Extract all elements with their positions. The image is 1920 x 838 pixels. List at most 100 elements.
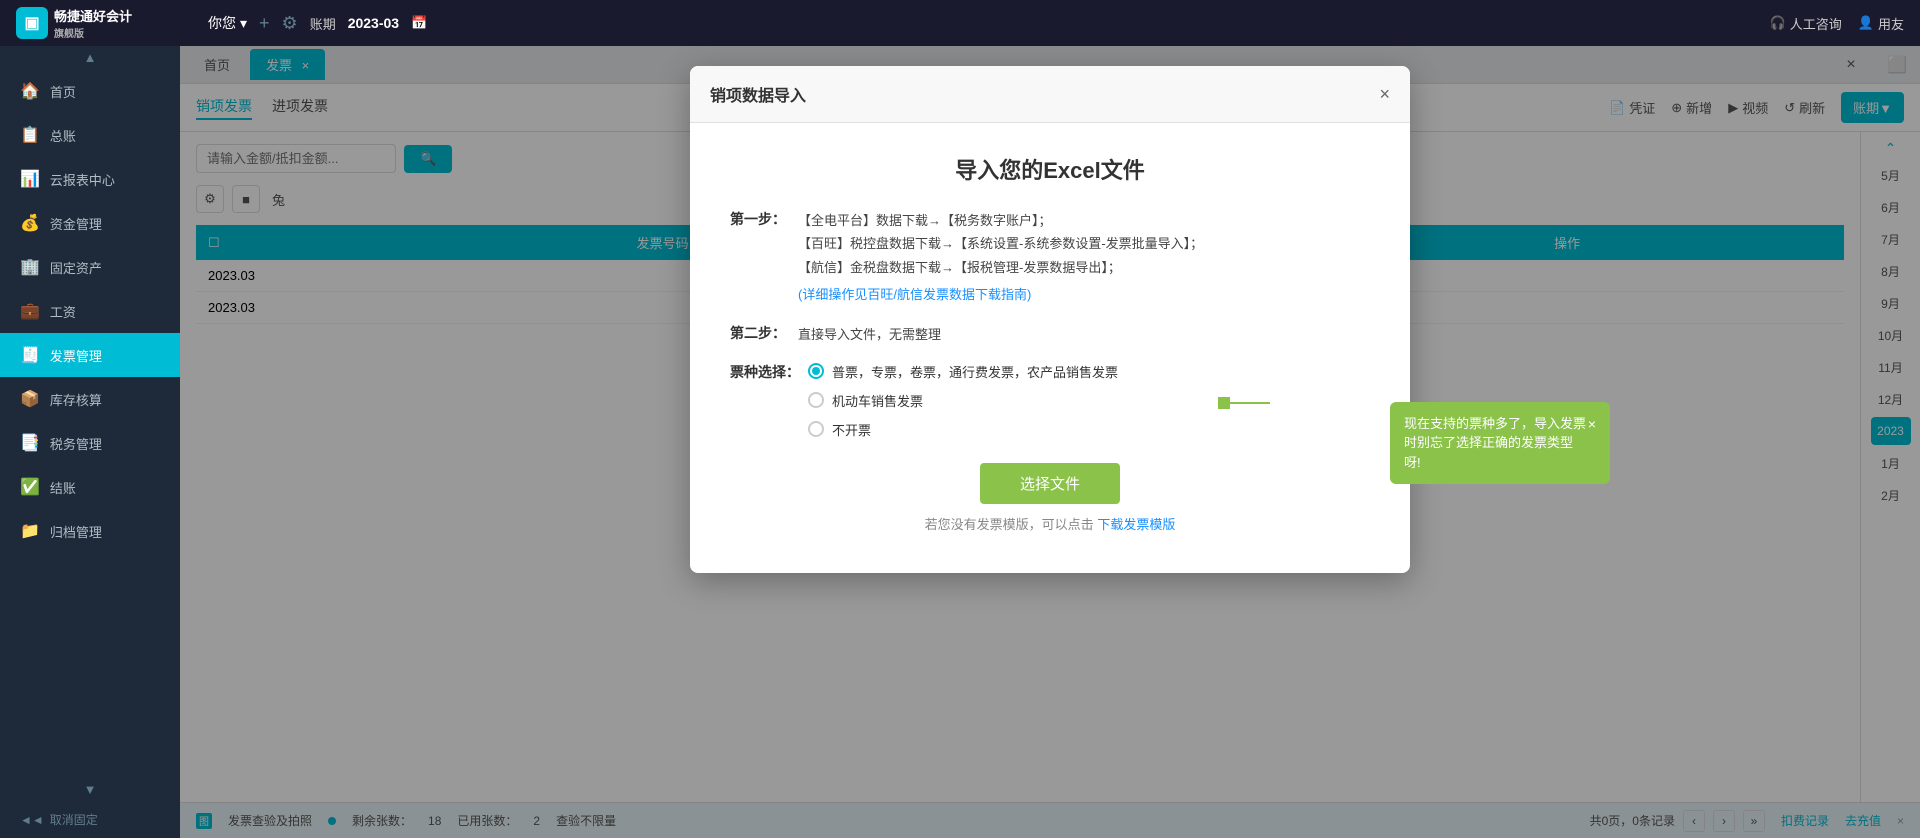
salary-icon: 💼 xyxy=(20,301,40,321)
ticket-options: 普票，专票，卷票，通行费发票，农产品销售发票 机动车销售发票 xyxy=(808,362,1118,439)
company-name: 你您 xyxy=(208,13,236,33)
content-area: × ⬜ 首页 发票 × 销项发票 进项发票 xyxy=(180,46,1920,838)
download-template-link[interactable]: 下载发票模版 xyxy=(1097,517,1175,532)
tooltip-bubble: × 现在支持的票种多了，导入发票时别忘了选择正确的发票类型呀! xyxy=(1390,402,1610,485)
import-dialog: 销项数据导入 × 导入您的Excel文件 第一步： 【全电平台】数据下载→【税务… xyxy=(690,66,1410,573)
topbar-right: 🎧 人工咨询 👤 用友 xyxy=(1770,14,1904,33)
overlay: 销项数据导入 × 导入您的Excel文件 第一步： 【全电平台】数据下载→【税务… xyxy=(180,46,1920,838)
sidebar-item-salary[interactable]: 💼 工资 xyxy=(0,289,180,333)
radio-label-2: 机动车销售发票 xyxy=(832,391,923,410)
checkout-icon: ✅ xyxy=(20,477,40,497)
dialog-close-button[interactable]: × xyxy=(1379,84,1390,105)
dialog-body: 导入您的Excel文件 第一步： 【全电平台】数据下载→【税务数字账户】； 【百… xyxy=(690,123,1410,573)
unpin-icon: ◄◄ xyxy=(20,813,44,827)
sidebar-label-ledger: 总账 xyxy=(50,126,76,145)
dialog-footer: 若您没有发票模版，可以点击 下载发票模版 xyxy=(730,514,1370,553)
user-icon: 👤 xyxy=(1858,15,1874,31)
tooltip-dot xyxy=(1218,397,1230,409)
headphone-icon: 🎧 xyxy=(1770,15,1786,31)
step2: 第二步： 直接导入文件，无需整理 xyxy=(730,323,1370,346)
sidebar-label-salary: 工资 xyxy=(50,302,76,321)
sidebar-item-checkout[interactable]: ✅ 结账 xyxy=(0,465,180,509)
sidebar-scroll-down[interactable]: ▼ xyxy=(0,778,180,801)
period-value: 2023-03 xyxy=(348,15,399,31)
sidebar-label-inventory: 库存核算 xyxy=(50,390,102,409)
step1: 第一步： 【全电平台】数据下载→【税务数字账户】； 【百旺】税控盘数据下载→【系… xyxy=(730,209,1370,307)
step2-content: 直接导入文件，无需整理 xyxy=(798,323,941,346)
logo-icon: ▣ xyxy=(16,7,48,39)
settings-icon[interactable]: ⚙ xyxy=(282,13,298,34)
radio-circle-3 xyxy=(808,421,824,437)
logo: ▣ 畅捷通好会计 旗舰版 xyxy=(16,6,196,40)
user-menu[interactable]: 👤 用友 xyxy=(1858,14,1904,33)
sidebar-label-home: 首页 xyxy=(50,82,76,101)
footer-text: 若您没有发票模版，可以点击 xyxy=(925,517,1094,532)
step1-line2: 【百旺】税控盘数据下载→【系统设置-系统参数设置-发票批量导入】； xyxy=(798,232,1203,255)
company-selector[interactable]: 你您 ▾ xyxy=(208,13,247,33)
ticket-label: 票种选择： xyxy=(730,362,800,382)
sidebar-item-ledger[interactable]: 📋 总账 xyxy=(0,113,180,157)
radio-label-1: 普票，专票，卷票，通行费发票，农产品销售发票 xyxy=(832,362,1118,381)
sidebar-item-reports[interactable]: 📊 云报表中心 xyxy=(0,157,180,201)
sidebar-scroll-up[interactable]: ▲ xyxy=(0,46,180,69)
calendar-icon[interactable]: 📅 xyxy=(411,15,427,31)
sidebar-label-checkout: 结账 xyxy=(50,478,76,497)
step1-line3: 【航信】金税盘数据下载→【报税管理-发票数据导出】； xyxy=(798,256,1203,279)
sidebar-label-invoice: 发票管理 xyxy=(50,346,102,365)
sidebar-label-archive: 归档管理 xyxy=(50,522,102,541)
logo-text: 畅捷通好会计 xyxy=(54,6,132,25)
radio-option-1[interactable]: 普票，专票，卷票，通行费发票，农产品销售发票 xyxy=(808,362,1118,381)
tooltip-close-btn[interactable]: × xyxy=(1588,414,1596,435)
sidebar-item-assets[interactable]: 🏢 固定资产 xyxy=(0,245,180,289)
archive-icon: 📁 xyxy=(20,521,40,541)
dialog-header: 销项数据导入 × xyxy=(690,66,1410,123)
sidebar-item-archive[interactable]: 📁 归档管理 xyxy=(0,509,180,553)
radio-circle-1 xyxy=(808,363,824,379)
reports-icon: 📊 xyxy=(20,169,40,189)
period-label: 账期 xyxy=(310,14,336,33)
inventory-icon: 📦 xyxy=(20,389,40,409)
radio-option-3[interactable]: 不开票 xyxy=(808,420,1118,439)
tooltip-line xyxy=(1230,402,1270,404)
dialog-main-title: 导入您的Excel文件 xyxy=(730,153,1370,185)
tooltip-text: 现在支持的票种多了，导入发票时别忘了选择正确的发票类型呀! xyxy=(1404,416,1586,470)
ticket-choice: 票种选择： 普票，专票，卷票，通行费发票，农产品销售发票 xyxy=(730,362,1370,439)
ledger-icon: 📋 xyxy=(20,125,40,145)
topbar: ▣ 畅捷通好会计 旗舰版 你您 ▾ + ⚙ 账期 2023-03 📅 🎧 人工咨… xyxy=(0,0,1920,46)
dropdown-icon: ▾ xyxy=(240,15,247,32)
step1-line1: 【全电平台】数据下载→【税务数字账户】； xyxy=(798,209,1203,232)
dialog-title: 销项数据导入 xyxy=(710,82,806,106)
sidebar-item-inventory[interactable]: 📦 库存核算 xyxy=(0,377,180,421)
sidebar-item-tax[interactable]: 📑 税务管理 xyxy=(0,421,180,465)
sidebar-item-home[interactable]: 🏠 首页 xyxy=(0,69,180,113)
support-button[interactable]: 🎧 人工咨询 xyxy=(1770,14,1842,33)
support-label: 人工咨询 xyxy=(1790,14,1842,33)
step1-content: 【全电平台】数据下载→【税务数字账户】； 【百旺】税控盘数据下载→【系统设置-系… xyxy=(798,209,1203,307)
sidebar-item-funds[interactable]: 💰 资金管理 xyxy=(0,201,180,245)
sidebar-scroll: 🏠 首页 📋 总账 📊 云报表中心 💰 资金管理 🏢 固定资产 💼 工资 xyxy=(0,69,180,778)
sidebar-label-reports: 云报表中心 xyxy=(50,170,115,189)
radio-label-3: 不开票 xyxy=(832,420,871,439)
guide-link[interactable]: (详细操作见百旺/航信发票数据下载指南) xyxy=(798,287,1031,302)
sidebar: ▲ 🏠 首页 📋 总账 📊 云报表中心 💰 资金管理 🏢 固定资产 xyxy=(0,46,180,838)
step2-label: 第二步： xyxy=(730,323,790,343)
main-layout: ▲ 🏠 首页 📋 总账 📊 云报表中心 💰 资金管理 🏢 固定资产 xyxy=(0,46,1920,838)
sidebar-label-assets: 固定资产 xyxy=(50,258,102,277)
add-button[interactable]: + xyxy=(259,13,270,34)
logo-sub: 旗舰版 xyxy=(54,25,132,40)
assets-icon: 🏢 xyxy=(20,257,40,277)
funds-icon: 💰 xyxy=(20,213,40,233)
sidebar-item-invoice[interactable]: 🧾 发票管理 xyxy=(0,333,180,377)
invoice-icon: 🧾 xyxy=(20,345,40,365)
user-label: 用友 xyxy=(1878,14,1904,33)
select-file-container: 选择文件 xyxy=(730,463,1370,504)
step1-label: 第一步： xyxy=(730,209,790,229)
unpin-label: 取消固定 xyxy=(50,811,98,828)
radio-option-2[interactable]: 机动车销售发票 xyxy=(808,391,1118,410)
unpin-button[interactable]: ◄◄ 取消固定 xyxy=(0,801,180,838)
sidebar-label-funds: 资金管理 xyxy=(50,214,102,233)
home-icon: 🏠 xyxy=(20,81,40,101)
sidebar-label-tax: 税务管理 xyxy=(50,434,102,453)
select-file-button[interactable]: 选择文件 xyxy=(980,463,1120,504)
tax-icon: 📑 xyxy=(20,433,40,453)
